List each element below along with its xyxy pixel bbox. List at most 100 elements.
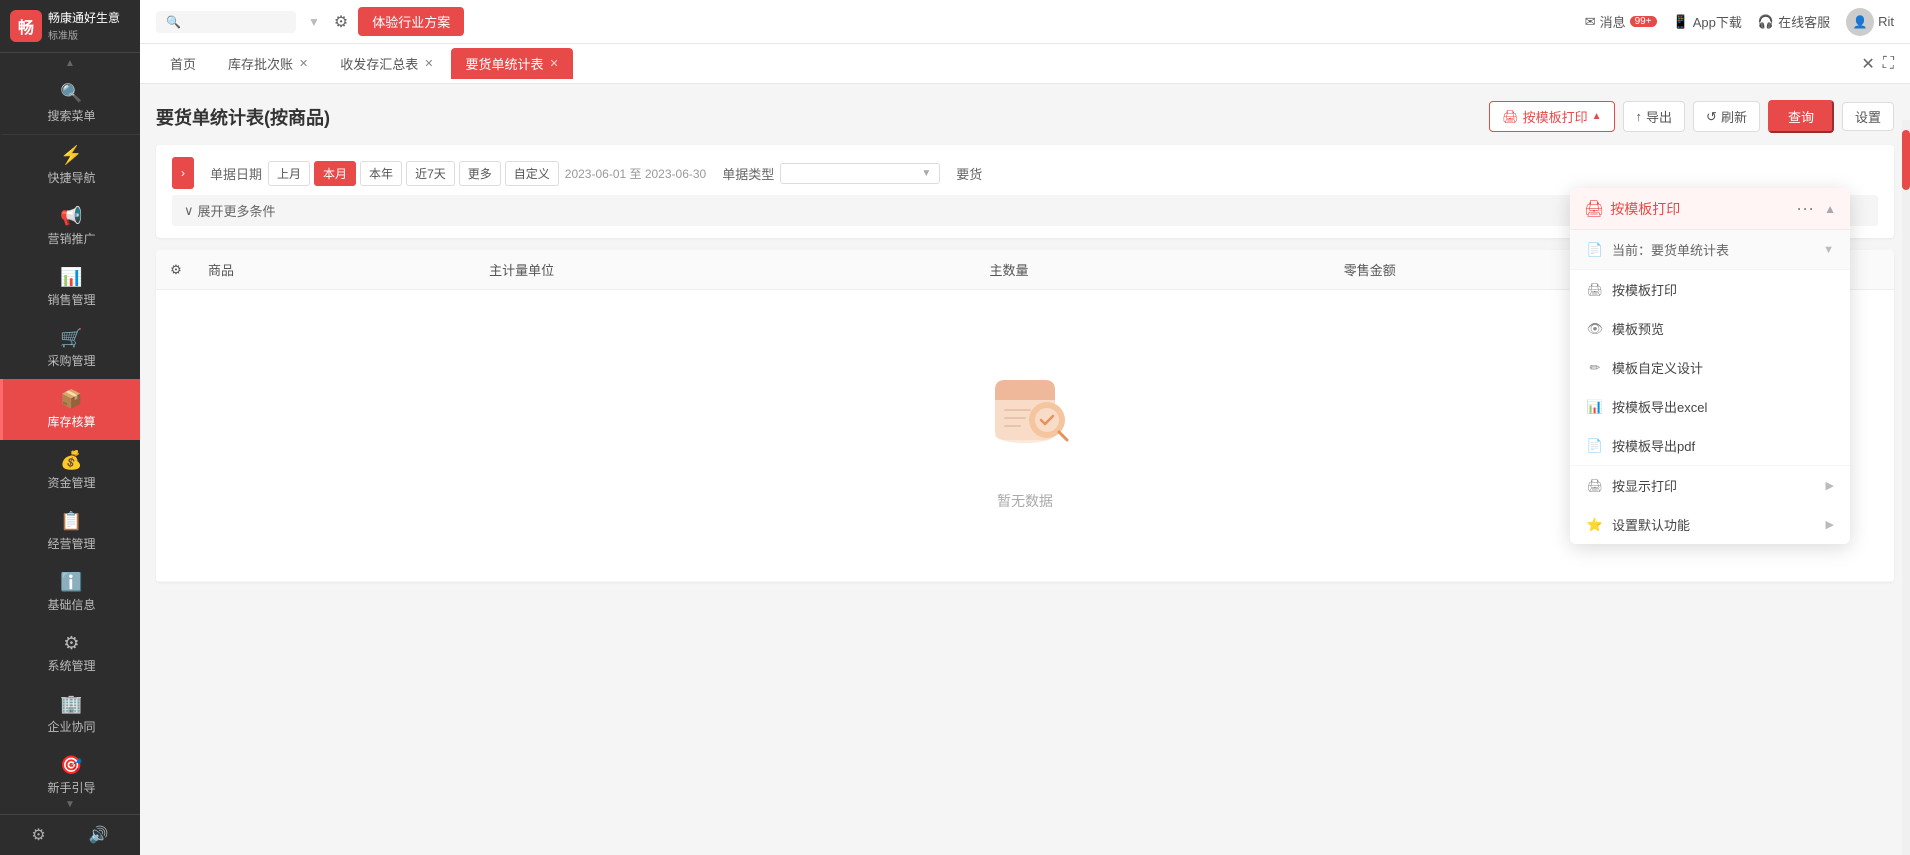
print-icon: 🖨	[1586, 282, 1604, 298]
sidebar-item-sales[interactable]: 📊 销售管理	[0, 257, 140, 318]
tab-home[interactable]: 首页	[156, 48, 210, 79]
dropdown-item-export-excel[interactable]: 📊 按模板导出excel	[1570, 387, 1850, 426]
sidebar-item-search[interactable]: 🔍 搜索菜单	[0, 73, 140, 135]
basic-info-icon: ℹ️	[60, 572, 82, 593]
goods-filter-label: 要货	[956, 164, 982, 183]
date-btn-prev-month[interactable]: 上月	[268, 161, 310, 186]
topbar-gear-icon[interactable]: ⚙	[334, 12, 348, 32]
dropdown-item-display-print[interactable]: 🖨 按显示打印 ▶	[1570, 466, 1850, 505]
online-service-btn[interactable]: 🎧 在线客服	[1758, 12, 1830, 31]
printer-icon: 🖨	[1584, 199, 1604, 219]
topbar-search[interactable]: 🔍	[156, 11, 296, 33]
sidebar-item-label: 销售管理	[47, 291, 95, 308]
sidebar-item-operations[interactable]: 📋 经营管理	[0, 501, 140, 562]
purchase-icon: 🛒	[60, 328, 82, 349]
dropdown-item-template-custom[interactable]: ✏ 模板自定义设计	[1570, 348, 1850, 387]
sidebar-bottom: ⚙ 🔊	[0, 814, 140, 855]
sidebar-item-label: 采购管理	[47, 352, 95, 369]
page-title: 要货单统计表(按商品)	[156, 104, 330, 130]
dropdown-current-template[interactable]: 📄 当前：要货单统计表 ▼	[1570, 230, 1850, 269]
sidebar-item-enterprise[interactable]: 🏢 企业协同	[0, 684, 140, 745]
sidebar-item-finance[interactable]: 💰 资金管理	[0, 440, 140, 501]
sidebar-item-label: 资金管理	[47, 474, 95, 491]
goods-filter-group: 要货	[956, 164, 982, 183]
dropdown-dots-btn[interactable]: ···	[1792, 198, 1818, 219]
sidebar-scroll-down[interactable]: ▼	[0, 794, 140, 814]
sidebar-item-label: 经营管理	[47, 535, 95, 552]
th-goods: 商品	[196, 250, 477, 290]
tab-close-order-stats[interactable]: ✕	[550, 57, 559, 70]
type-filter-select[interactable]: ▼	[780, 163, 940, 184]
tab-close-receipt-summary[interactable]: ✕	[424, 57, 433, 70]
page-content: 要货单统计表(按商品) 🖨 按模板打印 ▲ ↑ 导出 ↺ 刷新 查询 设置	[140, 84, 1910, 855]
th-unit: 主计量单位	[477, 250, 977, 290]
sidebar-item-marketing[interactable]: 📢 营销推广	[0, 196, 140, 257]
sidebar: 畅 畅康通好生意 标准版 ▲ 🔍 搜索菜单 ⚡ 快捷导航 📢 营销推广 📊 销售…	[0, 0, 140, 855]
topbar-dropdown-arrow[interactable]: ▼	[308, 15, 320, 29]
sales-icon: 📊	[60, 267, 82, 288]
expand-arrow-btn[interactable]: ›	[172, 157, 194, 189]
chevron-down-icon: ▼	[921, 168, 931, 179]
template-print-dropdown: 🖨 按模板打印 ··· ▲ 📄 当前：要货单统计表 ▼ 🖨 按模板打印	[1570, 188, 1850, 544]
display-print-chevron-icon: ▶	[1826, 479, 1834, 492]
sidebar-item-purchase[interactable]: 🛒 采购管理	[0, 318, 140, 379]
sidebar-item-system[interactable]: ⚙ 系统管理	[0, 623, 140, 684]
topbar-right: ✉ 消息 99+ 📱 App下载 🎧 在线客服 👤 Rit	[1585, 8, 1894, 36]
sidebar-item-starter[interactable]: 🎯 新手引导	[0, 745, 140, 794]
sidebar-item-label: 基础信息	[47, 596, 95, 613]
marketing-icon: 📢	[60, 206, 82, 227]
dropdown-collapse-icon[interactable]: ▲	[1824, 202, 1836, 216]
scrollbar-track	[1902, 120, 1910, 855]
template-indicator-icon: 📄	[1586, 242, 1604, 258]
refresh-icon: ↺	[1706, 109, 1717, 125]
current-chevron-icon: ▼	[1823, 244, 1834, 256]
app-download-btn[interactable]: 📱 App下载	[1673, 12, 1742, 31]
display-print-icon: 🖨	[1586, 478, 1604, 494]
template-print-btn[interactable]: 🖨 按模板打印 ▲	[1489, 101, 1614, 132]
main-area: 🔍 ▼ ⚙ 体验行业方案 ✉ 消息 99+ 📱 App下载 🎧 在线客服 👤	[140, 0, 1910, 855]
dropdown-item-template-preview[interactable]: 👁 模板预览	[1570, 309, 1850, 348]
date-btn-custom[interactable]: 自定义	[505, 161, 559, 186]
tab-inventory-batch[interactable]: 库存批次账 ✕	[214, 48, 322, 79]
window-close-btn[interactable]: ✕	[1861, 54, 1874, 74]
tab-order-stats[interactable]: 要货单统计表 ✕	[451, 48, 572, 79]
finance-icon: 💰	[60, 450, 82, 471]
export-btn[interactable]: ↑ 导出	[1623, 101, 1686, 132]
refresh-btn[interactable]: ↺ 刷新	[1693, 101, 1760, 132]
preview-icon: 👁	[1586, 321, 1604, 337]
sidebar-item-label: 新手引导	[47, 779, 95, 794]
date-btn-current-month[interactable]: 本月	[314, 161, 356, 186]
sidebar-item-inventory[interactable]: 📦 库存核算	[0, 379, 140, 440]
settings-bottom-icon[interactable]: ⚙	[31, 825, 45, 845]
trial-button[interactable]: 体验行业方案	[358, 7, 464, 36]
dropdown-item-export-pdf[interactable]: 📄 按模板导出pdf	[1570, 426, 1850, 465]
th-quantity: 主数量	[978, 250, 1332, 290]
date-filter-group: 单据日期 上月 本月 本年 近7天 更多 自定义 2023-06-01 至 20…	[210, 161, 706, 186]
app-logo: 畅 畅康通好生意 标准版	[0, 0, 140, 53]
date-btn-last7[interactable]: 近7天	[406, 161, 455, 186]
dropdown-item-set-default[interactable]: ⭐ 设置默认功能 ▶	[1570, 505, 1850, 544]
design-icon: ✏	[1586, 360, 1604, 376]
notifications-btn[interactable]: ✉ 消息 99+	[1585, 12, 1657, 31]
sidebar-item-basic-info[interactable]: ℹ️ 基础信息	[0, 562, 140, 623]
sound-bottom-icon[interactable]: 🔊	[89, 825, 109, 845]
date-btn-more[interactable]: 更多	[459, 161, 501, 186]
dropdown-item-template-print[interactable]: 🖨 按模板打印	[1570, 270, 1850, 309]
settings-btn[interactable]: 设置	[1842, 102, 1894, 131]
sidebar-item-label: 企业协同	[47, 718, 95, 735]
tab-receipt-summary[interactable]: 收发存汇总表 ✕	[326, 48, 447, 79]
set-default-icon: ⭐	[1586, 517, 1604, 533]
th-settings[interactable]: ⚙	[156, 250, 196, 290]
sidebar-item-quick-nav[interactable]: ⚡ 快捷导航	[0, 135, 140, 196]
dropdown-header: 🖨 按模板打印 ··· ▲	[1570, 188, 1850, 230]
user-avatar[interactable]: 👤 Rit	[1846, 8, 1894, 36]
date-btn-current-year[interactable]: 本年	[360, 161, 402, 186]
tab-close-inventory-batch[interactable]: ✕	[299, 57, 308, 70]
export-icon: ↑	[1636, 109, 1643, 124]
sidebar-scroll-up[interactable]: ▲	[0, 53, 140, 73]
window-expand-btn[interactable]: ⛶	[1883, 55, 1894, 73]
filter-row: › 单据日期 上月 本月 本年 近7天 更多 自定义 2023-06-01 至 …	[172, 157, 1878, 189]
query-btn[interactable]: 查询	[1768, 100, 1834, 133]
scrollbar-thumb[interactable]	[1902, 130, 1910, 190]
sidebar-item-label: 快捷导航	[47, 169, 95, 186]
